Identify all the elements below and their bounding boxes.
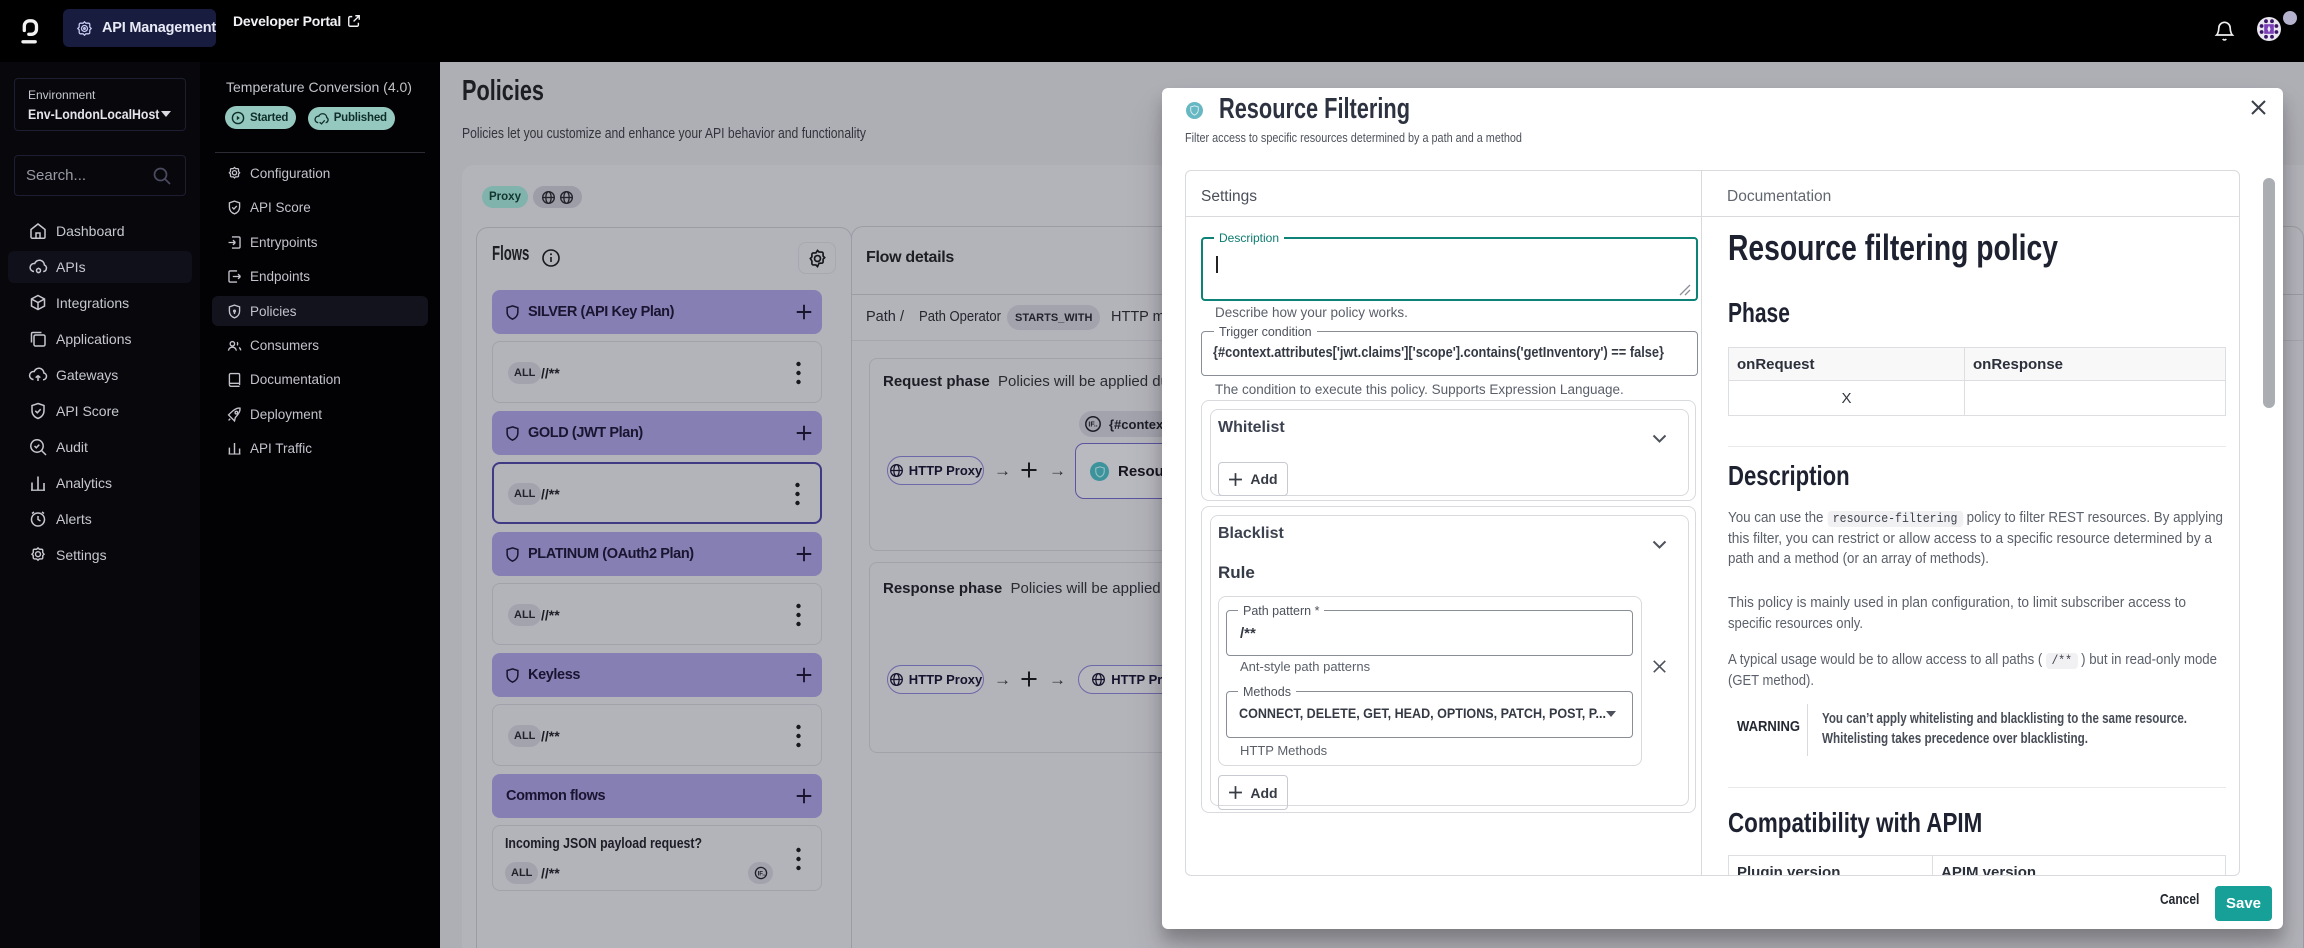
svg-text:IF..: IF.. [757,872,765,878]
svg-text:IF..: IF.. [1088,422,1097,429]
